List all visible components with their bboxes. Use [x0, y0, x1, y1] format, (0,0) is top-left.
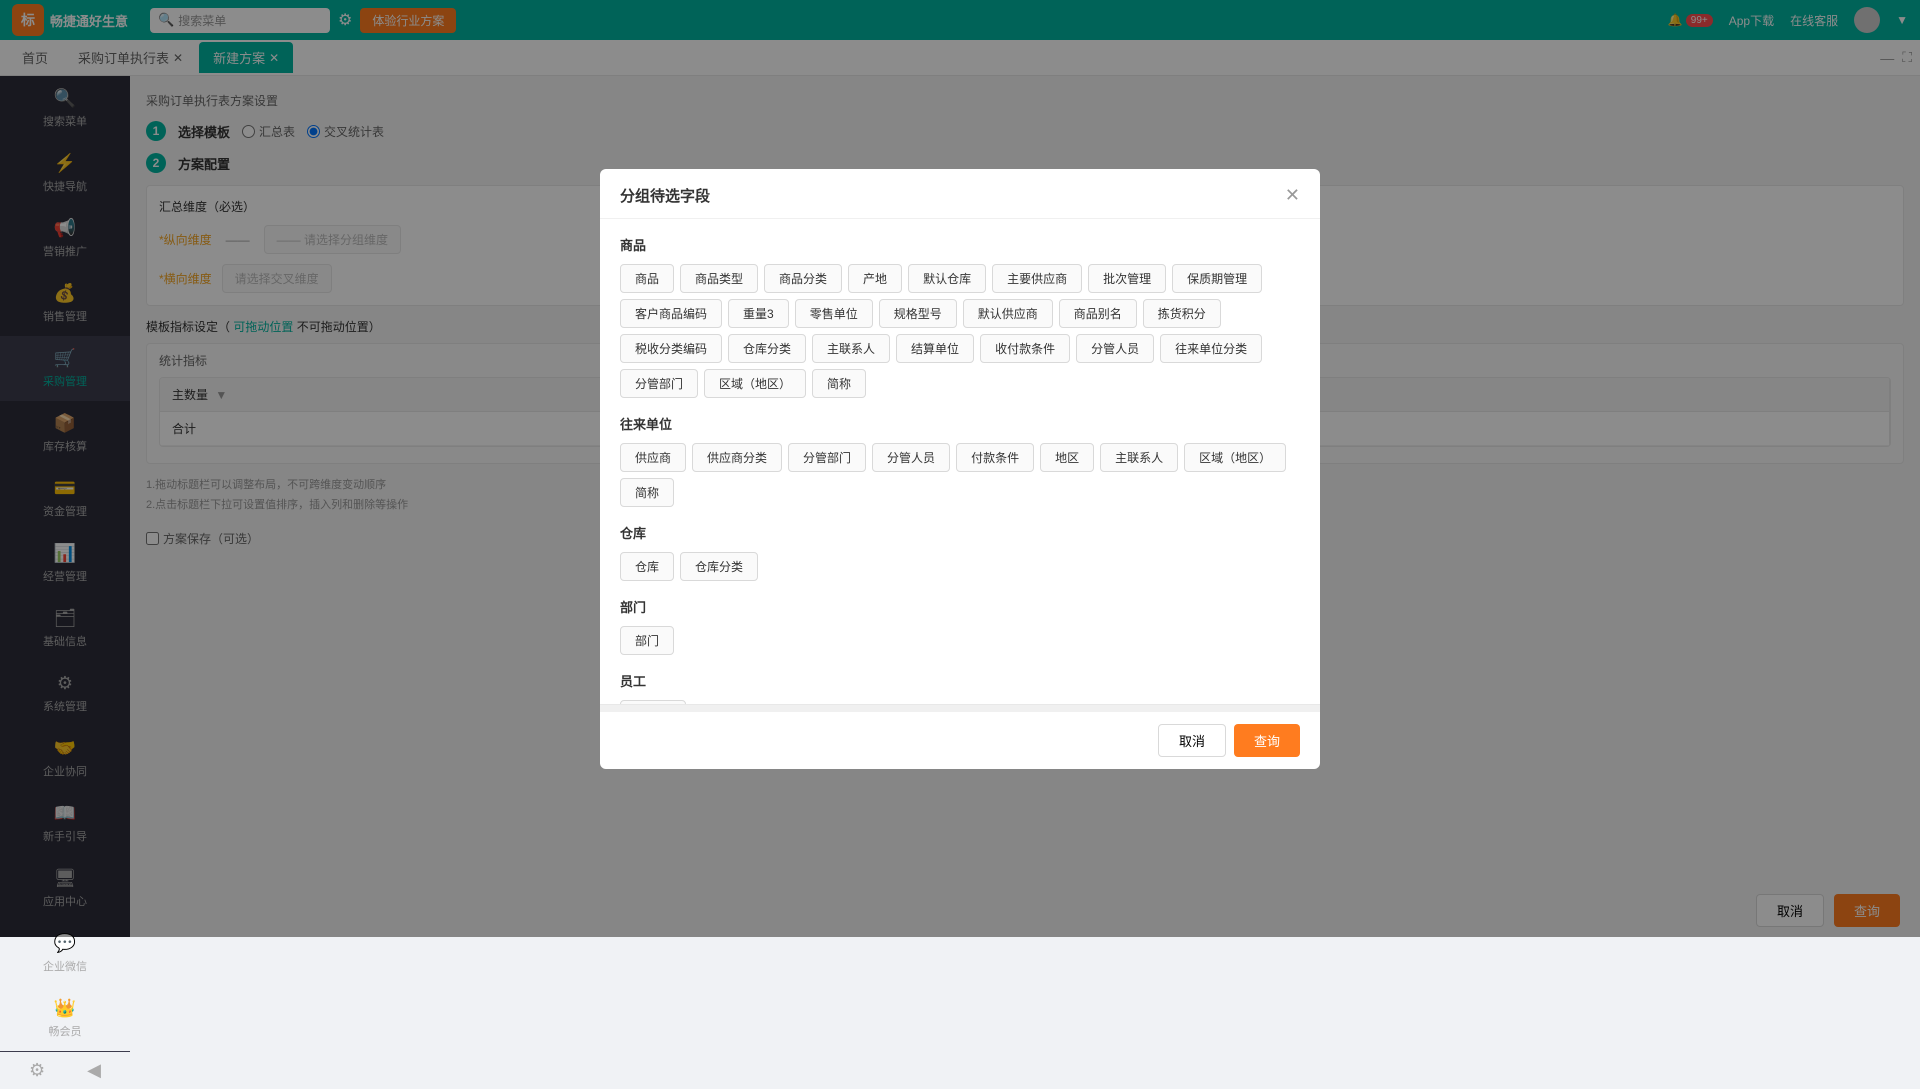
membership-icon: 👑	[54, 998, 76, 1019]
field-tag[interactable]: 供应商分类	[692, 443, 782, 472]
field-tag[interactable]: 重量3	[728, 299, 789, 328]
field-tag[interactable]: 结算单位	[896, 334, 974, 363]
modal-close-button[interactable]: ✕	[1285, 185, 1300, 206]
field-tag[interactable]: 产地	[848, 264, 902, 293]
field-tag[interactable]: 默认仓库	[908, 264, 986, 293]
field-tag[interactable]: 分管人员	[872, 443, 950, 472]
modal-cancel-button[interactable]: 取消	[1158, 724, 1226, 757]
field-tag[interactable]: 主联系人	[1100, 443, 1178, 472]
modal-confirm-button[interactable]: 查询	[1234, 724, 1300, 757]
warehouse-fields: 仓库仓库分类	[620, 552, 1300, 581]
field-tag[interactable]: 默认供应商	[963, 299, 1053, 328]
modal-overlay: 分组待选字段 ✕ 商品 商品商品类型商品分类产地默认仓库主要供应商批次管理保质期…	[0, 0, 1920, 937]
product-fields: 商品商品类型商品分类产地默认仓库主要供应商批次管理保质期管理客户商品编码重量3零…	[620, 264, 1300, 398]
field-tag[interactable]: 商品	[620, 264, 674, 293]
field-tag[interactable]: 分管部门	[620, 369, 698, 398]
group-title-warehouse: 仓库	[620, 523, 1300, 542]
field-tag[interactable]: 仓库分类	[680, 552, 758, 581]
group-title-staff: 员工	[620, 671, 1300, 690]
field-tag[interactable]: 仓库分类	[728, 334, 806, 363]
field-tag[interactable]: 客户商品编码	[620, 299, 722, 328]
field-tag[interactable]: 付款条件	[956, 443, 1034, 472]
field-tag[interactable]: 主要供应商	[992, 264, 1082, 293]
sidebar-bottom: ⚙ ◀	[0, 1051, 130, 1089]
group-title-dept: 部门	[620, 597, 1300, 616]
field-tag[interactable]: 部门	[620, 626, 674, 655]
field-tag[interactable]: 拣货积分	[1143, 299, 1221, 328]
sidebar-item-membership[interactable]: 👑 畅会员	[0, 986, 130, 1051]
field-tag[interactable]: 保质期管理	[1172, 264, 1262, 293]
modal-footer: 取消 查询	[600, 711, 1320, 769]
field-tag[interactable]: 税收分类编码	[620, 334, 722, 363]
field-tag[interactable]: 主联系人	[812, 334, 890, 363]
dept-fields: 部门	[620, 626, 1300, 655]
group-title-partner: 往来单位	[620, 414, 1300, 433]
field-tag[interactable]: 地区	[1040, 443, 1094, 472]
modal-header: 分组待选字段 ✕	[600, 169, 1320, 219]
field-tag[interactable]: 仓库	[620, 552, 674, 581]
group-title-product: 商品	[620, 235, 1300, 254]
field-tag[interactable]: 零售单位	[795, 299, 873, 328]
field-tag[interactable]: 往来单位分类	[1160, 334, 1262, 363]
partner-fields: 供应商供应商分类分管部门分管人员付款条件地区主联系人区域（地区） 简称	[620, 443, 1300, 507]
modal-title: 分组待选字段	[620, 185, 710, 206]
field-tag[interactable]: 分管部门	[788, 443, 866, 472]
field-tag[interactable]: 规格型号	[879, 299, 957, 328]
field-tag[interactable]: 简称	[620, 478, 674, 507]
field-tag[interactable]: 区域（地区）	[1184, 443, 1286, 472]
field-tag[interactable]: 商品别名	[1059, 299, 1137, 328]
modal-body: 商品 商品商品类型商品分类产地默认仓库主要供应商批次管理保质期管理客户商品编码重…	[600, 219, 1320, 705]
field-tag[interactable]: 简称	[812, 369, 866, 398]
field-tag[interactable]: 供应商	[620, 443, 686, 472]
field-tag[interactable]: 收付款条件	[980, 334, 1070, 363]
field-tag[interactable]: 区域（地区）	[704, 369, 806, 398]
field-tag[interactable]: 批次管理	[1088, 264, 1166, 293]
field-tag[interactable]: 商品分类	[764, 264, 842, 293]
field-tag[interactable]: 商品类型	[680, 264, 758, 293]
field-tag[interactable]: 分管人员	[1076, 334, 1154, 363]
sidebar-collapse-icon[interactable]: ◀	[87, 1060, 101, 1081]
sidebar-settings-icon[interactable]: ⚙	[29, 1060, 45, 1081]
modal-dialog: 分组待选字段 ✕ 商品 商品商品类型商品分类产地默认仓库主要供应商批次管理保质期…	[600, 169, 1320, 769]
